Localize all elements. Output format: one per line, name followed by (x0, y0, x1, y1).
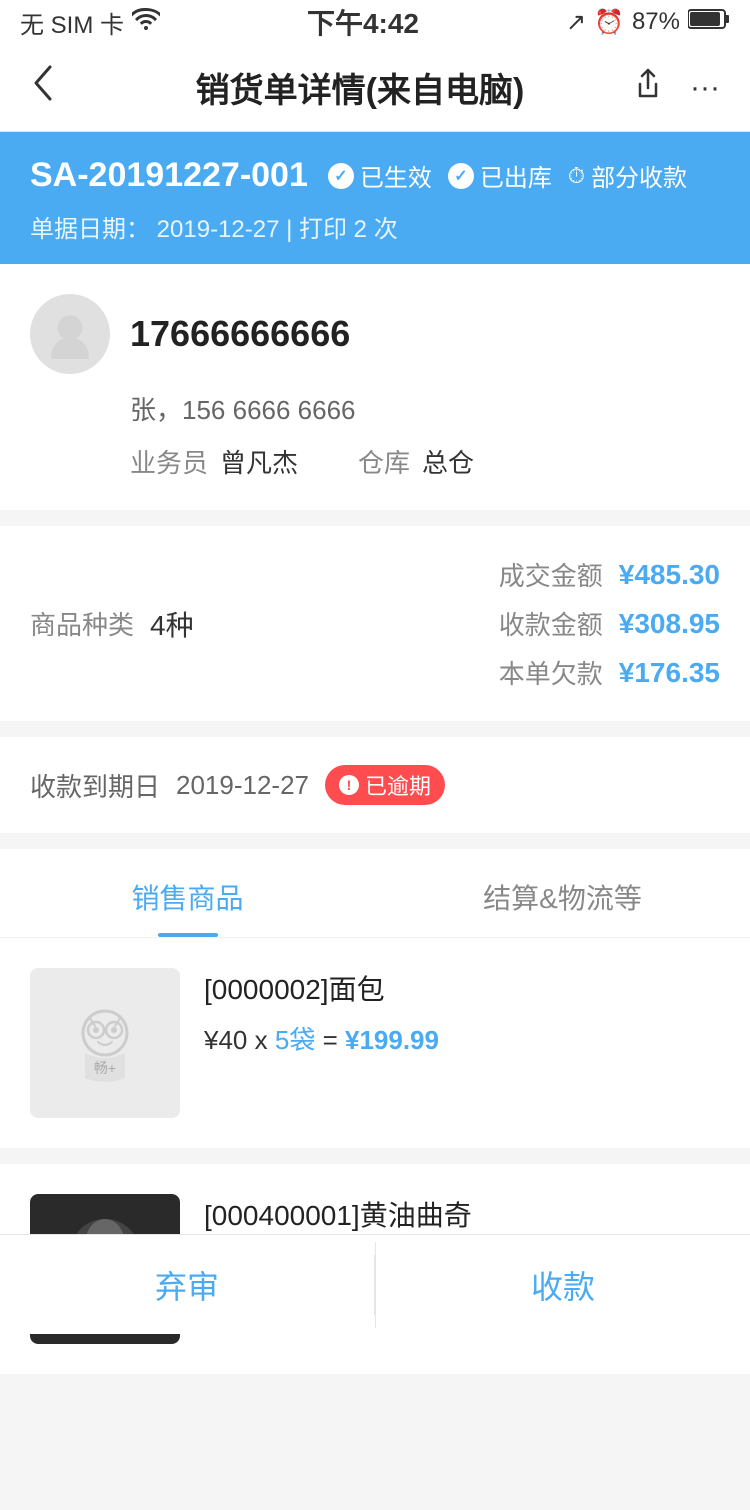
more-icon[interactable]: ··· (690, 71, 720, 105)
clock-icon: ⏱ (568, 163, 585, 189)
tabs-section: 销售商品 结算&物流等 (0, 849, 750, 938)
check-icon-shipped (448, 163, 474, 189)
product-price-sep-1: x (255, 1025, 275, 1055)
product-type-value: 4种 (150, 604, 194, 644)
list-item: 畅+ [0000002]面包 ¥40 x 5袋 = ¥199.99 (0, 938, 750, 1148)
deal-amount-value: ¥485.30 (619, 559, 720, 591)
wifi-icon (132, 8, 160, 37)
back-button[interactable] (30, 63, 90, 112)
due-date-row: 收款到期日 2019-12-27 已逾期 (0, 737, 750, 833)
bottom-bar: 弃审 收款 (0, 1234, 750, 1334)
nav-actions: ··· (630, 66, 720, 110)
status-tag-shipped: 已出库 (448, 158, 552, 193)
tab-settlement-label: 结算&物流等 (483, 883, 642, 914)
check-icon-effective (328, 163, 354, 189)
product-total-1: ¥199.99 (345, 1025, 439, 1055)
deal-amount-row: 成交金额 ¥485.30 (499, 556, 720, 593)
avatar (30, 294, 110, 374)
product-type-row: 商品种类 4种 (30, 604, 499, 644)
signal-text: 无 SIM 卡 (20, 5, 124, 40)
collect-payment-button[interactable]: 收款 (375, 1242, 750, 1328)
product-name-2: [000400001]黄油曲奇 (204, 1194, 720, 1234)
customer-card: 17666666666 张，156 6666 6666 业务员 曾凡杰 仓库 总… (0, 264, 750, 510)
overdue-text: 已逾期 (365, 769, 431, 801)
tab-settlement[interactable]: 结算&物流等 (375, 849, 750, 937)
status-effective-label: 已生效 (360, 158, 432, 193)
product-image-1: 畅+ (30, 968, 180, 1118)
warehouse-value: 总仓 (422, 443, 474, 480)
print-info: | 打印 2 次 (286, 216, 398, 243)
deal-amount-label: 成交金额 (499, 556, 603, 593)
summary-card: 商品种类 4种 成交金额 ¥485.30 收款金额 ¥308.95 本单欠款 ¥… (0, 526, 750, 721)
sales-label: 业务员 (130, 443, 208, 480)
meta-warehouse: 仓库 总仓 (358, 443, 474, 480)
product-qty-1: 5袋 (275, 1025, 315, 1055)
status-bar: 无 SIM 卡 下午4:42 ↗ ⏰ 87% (0, 0, 750, 44)
abandon-review-button[interactable]: 弃审 (0, 1242, 374, 1328)
status-partial-label: 部分收款 (591, 158, 687, 193)
product-unit-price-1: ¥40 (204, 1025, 247, 1055)
battery-text: 87% (632, 8, 680, 36)
status-tag-partial: ⏱ 部分收款 (568, 158, 687, 193)
bottom-spacer (0, 1390, 750, 1510)
banner-top: SA-20191227-001 已生效 已出库 ⏱ 部分收款 (30, 156, 720, 195)
date-label: 单据日期： (30, 216, 150, 243)
customer-meta: 业务员 曾凡杰 仓库 总仓 (30, 443, 720, 480)
due-date-label: 收款到期日 (30, 767, 160, 804)
status-shipped-label: 已出库 (480, 158, 552, 193)
customer-top: 17666666666 (30, 294, 720, 374)
alarm-icon: ⏰ (594, 8, 624, 37)
warehouse-label: 仓库 (358, 443, 410, 480)
received-value: ¥308.95 (619, 608, 720, 640)
page-title: 销货单详情(来自电脑) (90, 63, 630, 112)
meta-sales: 业务员 曾凡杰 (130, 443, 298, 480)
status-tags: 已生效 已出库 ⏱ 部分收款 (328, 158, 687, 193)
customer-name: 张，156 6666 6666 (30, 390, 720, 427)
owed-amount-row: 本单欠款 ¥176.35 (499, 654, 720, 691)
banner-subtitle: 单据日期： 2019-12-27 | 打印 2 次 (30, 209, 720, 244)
tab-sales-label: 销售商品 (131, 883, 243, 914)
received-amount-row: 收款金额 ¥308.95 (499, 605, 720, 642)
owl-placeholder-icon: 畅+ (60, 998, 150, 1088)
svg-text:畅+: 畅+ (94, 1060, 116, 1076)
status-left: 无 SIM 卡 (20, 5, 160, 40)
sales-value: 曾凡杰 (220, 443, 298, 480)
product-info-1: [0000002]面包 ¥40 x 5袋 = ¥199.99 (204, 968, 720, 1057)
tabs-row: 销售商品 结算&物流等 (0, 849, 750, 938)
product-price-1: ¥40 x 5袋 = ¥199.99 (204, 1020, 720, 1057)
product-name-1: [0000002]面包 (204, 968, 720, 1008)
product-eq-1: = (323, 1025, 345, 1055)
overdue-badge: 已逾期 (325, 765, 445, 805)
summary-right: 成交金额 ¥485.30 收款金额 ¥308.95 本单欠款 ¥176.35 (499, 556, 720, 691)
product-list: 畅+ [0000002]面包 ¥40 x 5袋 = ¥199.99 (0, 938, 750, 1510)
share-icon[interactable] (630, 66, 666, 110)
status-time: 下午4:42 (307, 2, 419, 42)
owed-label: 本单欠款 (499, 654, 603, 691)
location-icon: ↗ (566, 8, 586, 37)
received-label: 收款金额 (499, 605, 603, 642)
order-date: 2019-12-27 (157, 216, 280, 243)
status-right: ↗ ⏰ 87% (566, 8, 730, 37)
summary-left: 商品种类 4种 (30, 604, 499, 644)
battery-icon (688, 8, 730, 37)
nav-bar: 销货单详情(来自电脑) ··· (0, 44, 750, 132)
order-id: SA-20191227-001 (30, 156, 308, 195)
product-type-label: 商品种类 (30, 605, 134, 642)
status-tag-effective: 已生效 (328, 158, 432, 193)
avatar-icon (45, 309, 95, 359)
tab-sales-products[interactable]: 销售商品 (0, 849, 375, 937)
header-banner: SA-20191227-001 已生效 已出库 ⏱ 部分收款 单据日期： 201… (0, 132, 750, 264)
owed-value: ¥176.35 (619, 657, 720, 689)
due-date-value: 2019-12-27 (176, 770, 309, 801)
customer-id: 17666666666 (130, 313, 350, 355)
